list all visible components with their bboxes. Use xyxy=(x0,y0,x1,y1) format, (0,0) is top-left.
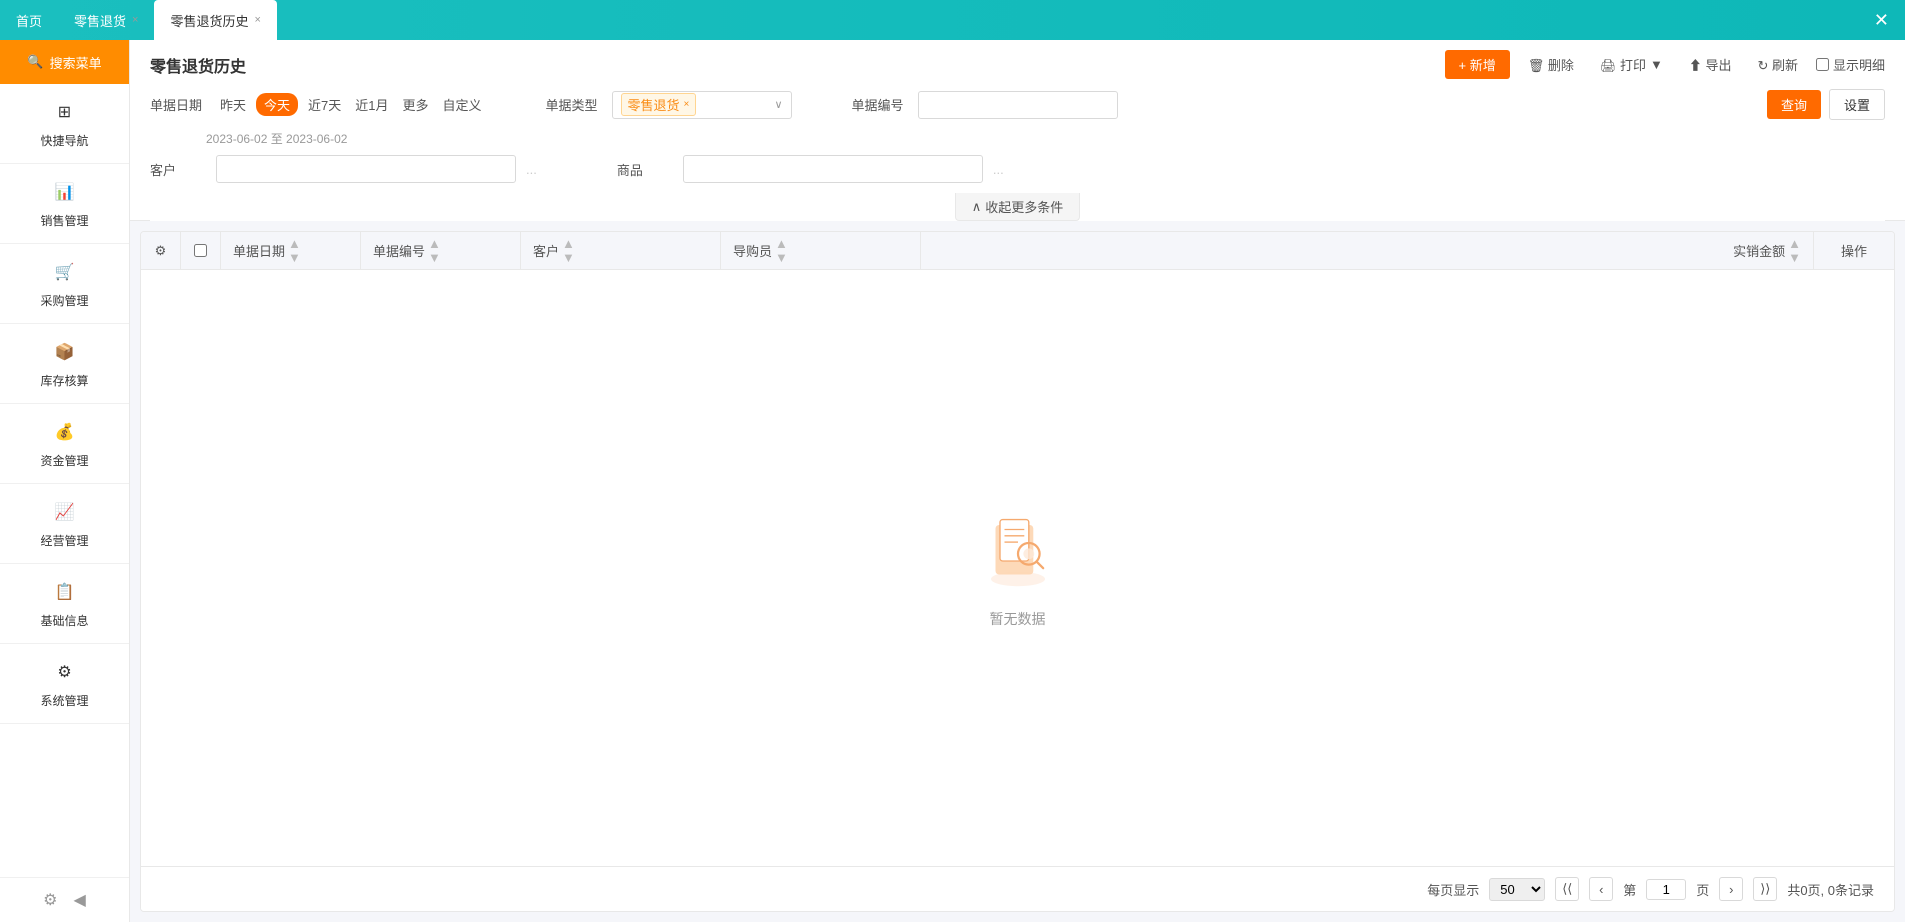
order-no-input[interactable] xyxy=(918,91,1118,119)
sidebar-item-purchase-mgmt[interactable]: 🛒 采购管理 xyxy=(0,244,129,324)
th-amount[interactable]: 实销金额 ▲▼ xyxy=(921,232,1814,269)
date-filter: 单据日期 昨天 今天 近7天 近1月 更多 自定义 xyxy=(150,93,486,116)
tab-home[interactable]: 首页 xyxy=(0,0,58,40)
type-tag-close[interactable]: × xyxy=(684,99,690,110)
window-close-button[interactable]: ✕ xyxy=(1874,10,1905,31)
customer-filter: 客户 ... xyxy=(150,155,537,183)
last-page-button[interactable]: ⟩⟩ xyxy=(1753,877,1777,901)
type-select-arrow: ∨ xyxy=(774,98,782,111)
sidebar-bottom: ⚙ ◀ xyxy=(0,877,129,922)
type-filter: 单据类型 零售退货 × ∨ xyxy=(546,91,792,119)
query-button[interactable]: 查询 xyxy=(1767,90,1821,119)
sidebar-item-base-info[interactable]: 📋 基础信息 xyxy=(0,564,129,644)
operations-icon: 📈 xyxy=(51,498,79,526)
tab-retail-return-history[interactable]: 零售退货历史 × xyxy=(154,0,276,40)
th-order-no[interactable]: 单据编号 ▲▼ xyxy=(361,232,521,269)
sort-customer-icon: ▲▼ xyxy=(562,237,575,264)
sort-date-icon: ▲▼ xyxy=(288,237,301,264)
purchase-mgmt-icon: 🛒 xyxy=(51,258,79,286)
page-header: 零售退货历史 + 新增 🗑 删除 🖨 打印 ▼ ⬆ 导出 ↻ 刷新 xyxy=(130,40,1905,221)
page-title: 零售退货历史 xyxy=(150,53,246,77)
shortcut-yesterday[interactable]: 昨天 xyxy=(216,93,250,116)
customer-ellipsis: ... xyxy=(526,162,537,177)
sidebar-search[interactable]: 🔍 搜索菜单 xyxy=(0,40,129,84)
th-date[interactable]: 单据日期 ▲▼ xyxy=(221,232,361,269)
table-area: ⚙ 单据日期 ▲▼ 单据编号 ▲▼ 客户 ▲▼ 导购员 xyxy=(140,231,1895,912)
shortcut-custom[interactable]: 自定义 xyxy=(439,93,486,116)
sidebar: 🔍 搜索菜单 ⊞ 快捷导航 📊 销售管理 🛒 采购管理 📦 库存核算 💰 资金管… xyxy=(0,40,130,922)
goods-input[interactable] xyxy=(683,155,983,183)
collapse-icon: ∧ xyxy=(972,199,982,215)
th-checkbox[interactable] xyxy=(181,232,221,269)
table-header: ⚙ 单据日期 ▲▼ 单据编号 ▲▼ 客户 ▲▼ 导购员 xyxy=(141,232,1894,270)
shortcut-today[interactable]: 今天 xyxy=(256,93,298,116)
prev-page-button[interactable]: ‹ xyxy=(1589,877,1613,901)
tab-bar: 首页 零售退货 × 零售退货历史 × xyxy=(0,0,1874,40)
inventory-icon: 📦 xyxy=(51,338,79,366)
sort-guide-icon: ▲▼ xyxy=(775,237,788,264)
new-button[interactable]: + 新增 xyxy=(1445,50,1510,79)
quick-nav-icon: ⊞ xyxy=(51,98,79,126)
page-size-select[interactable]: 50 20 100 xyxy=(1489,878,1545,901)
shortcut-more[interactable]: 更多 xyxy=(399,93,433,116)
close-tab-history-icon[interactable]: × xyxy=(254,14,260,26)
finance-icon: 💰 xyxy=(51,418,79,446)
sidebar-item-finance[interactable]: 💰 资金管理 xyxy=(0,404,129,484)
sort-order-icon: ▲▼ xyxy=(428,237,441,264)
first-page-button[interactable]: ⟨⟨ xyxy=(1555,877,1579,901)
filter-row-1: 单据日期 昨天 今天 近7天 近1月 更多 自定义 单据类型 xyxy=(150,89,1885,120)
sidebar-item-operations[interactable]: 📈 经营管理 xyxy=(0,484,129,564)
toolbar: + 新增 🗑 删除 🖨 打印 ▼ ⬆ 导出 ↻ 刷新 xyxy=(1445,50,1886,79)
page-title-row: 零售退货历史 + 新增 🗑 删除 🖨 打印 ▼ ⬆ 导出 ↻ 刷新 xyxy=(150,50,1885,79)
settings-bottom-icon[interactable]: ⚙ xyxy=(43,890,57,910)
filter-row-2: 客户 ... 商品 ... xyxy=(150,155,1885,183)
date-range-display: 2023-06-02 至 2023-06-02 xyxy=(206,130,1885,147)
pagination: 每页显示 50 20 100 ⟨⟨ ‹ 第 页 › ⟩⟩ 共0页, 0条记录 xyxy=(141,866,1894,911)
customer-input[interactable] xyxy=(216,155,516,183)
type-select[interactable]: 零售退货 × ∨ xyxy=(612,91,792,119)
sidebar-item-sales-mgmt[interactable]: 📊 销售管理 xyxy=(0,164,129,244)
export-button[interactable]: ⬆ 导出 xyxy=(1681,51,1740,78)
sales-mgmt-icon: 📊 xyxy=(51,178,79,206)
collapse-row: ∧ 收起更多条件 xyxy=(150,193,1885,221)
sidebar-item-quick-nav[interactable]: ⊞ 快捷导航 xyxy=(0,84,129,164)
empty-state: 暂无数据 xyxy=(141,270,1894,866)
refresh-button[interactable]: ↻ 刷新 xyxy=(1749,51,1806,78)
type-tag: 零售退货 × xyxy=(621,93,697,116)
collapse-button[interactable]: ∧ 收起更多条件 xyxy=(955,193,1081,221)
base-info-icon: 📋 xyxy=(51,578,79,606)
settings-button[interactable]: 设置 xyxy=(1829,89,1885,120)
system-icon: ⚙ xyxy=(51,658,79,686)
print-button[interactable]: 🖨 打印 ▼ xyxy=(1592,51,1671,78)
sort-amount-icon: ▲▼ xyxy=(1788,237,1801,264)
page-number-input[interactable] xyxy=(1646,879,1686,900)
sidebar-item-system[interactable]: ⚙ 系统管理 xyxy=(0,644,129,724)
filter-area: 单据日期 昨天 今天 近7天 近1月 更多 自定义 单据类型 xyxy=(150,89,1885,221)
search-icon: 🔍 xyxy=(27,54,43,70)
sidebar-item-inventory[interactable]: 📦 库存核算 xyxy=(0,324,129,404)
empty-icon xyxy=(973,507,1063,597)
th-customer[interactable]: 客户 ▲▼ xyxy=(521,232,721,269)
content-area: 零售退货历史 + 新增 🗑 删除 🖨 打印 ▼ ⬆ 导出 ↻ 刷新 xyxy=(130,40,1905,922)
shortcut-1month[interactable]: 近1月 xyxy=(351,93,392,116)
shortcut-7days[interactable]: 近7天 xyxy=(304,93,345,116)
collapse-sidebar-icon[interactable]: ◀ xyxy=(74,890,86,910)
th-action: 操作 xyxy=(1814,232,1894,269)
close-tab-icon[interactable]: × xyxy=(132,14,138,26)
next-page-button[interactable]: › xyxy=(1719,877,1743,901)
th-guide[interactable]: 导购员 ▲▼ xyxy=(721,232,921,269)
delete-button[interactable]: 🗑 删除 xyxy=(1520,51,1582,78)
order-no-filter: 单据编号 xyxy=(852,91,1118,119)
action-buttons: 查询 设置 xyxy=(1767,89,1885,120)
top-bar: 首页 零售退货 × 零售退货历史 × ✕ xyxy=(0,0,1905,40)
show-detail-checkbox[interactable]: 显示明细 xyxy=(1816,55,1885,74)
th-settings[interactable]: ⚙ xyxy=(141,232,181,269)
goods-ellipsis: ... xyxy=(993,162,1004,177)
main-layout: 🔍 搜索菜单 ⊞ 快捷导航 📊 销售管理 🛒 采购管理 📦 库存核算 💰 资金管… xyxy=(0,40,1905,922)
select-all-checkbox[interactable] xyxy=(194,244,207,257)
goods-filter: 商品 ... xyxy=(617,155,1004,183)
tab-retail-return[interactable]: 零售退货 × xyxy=(58,0,154,40)
empty-text: 暂无数据 xyxy=(990,609,1046,629)
date-shortcuts: 昨天 今天 近7天 近1月 更多 自定义 xyxy=(216,93,486,116)
